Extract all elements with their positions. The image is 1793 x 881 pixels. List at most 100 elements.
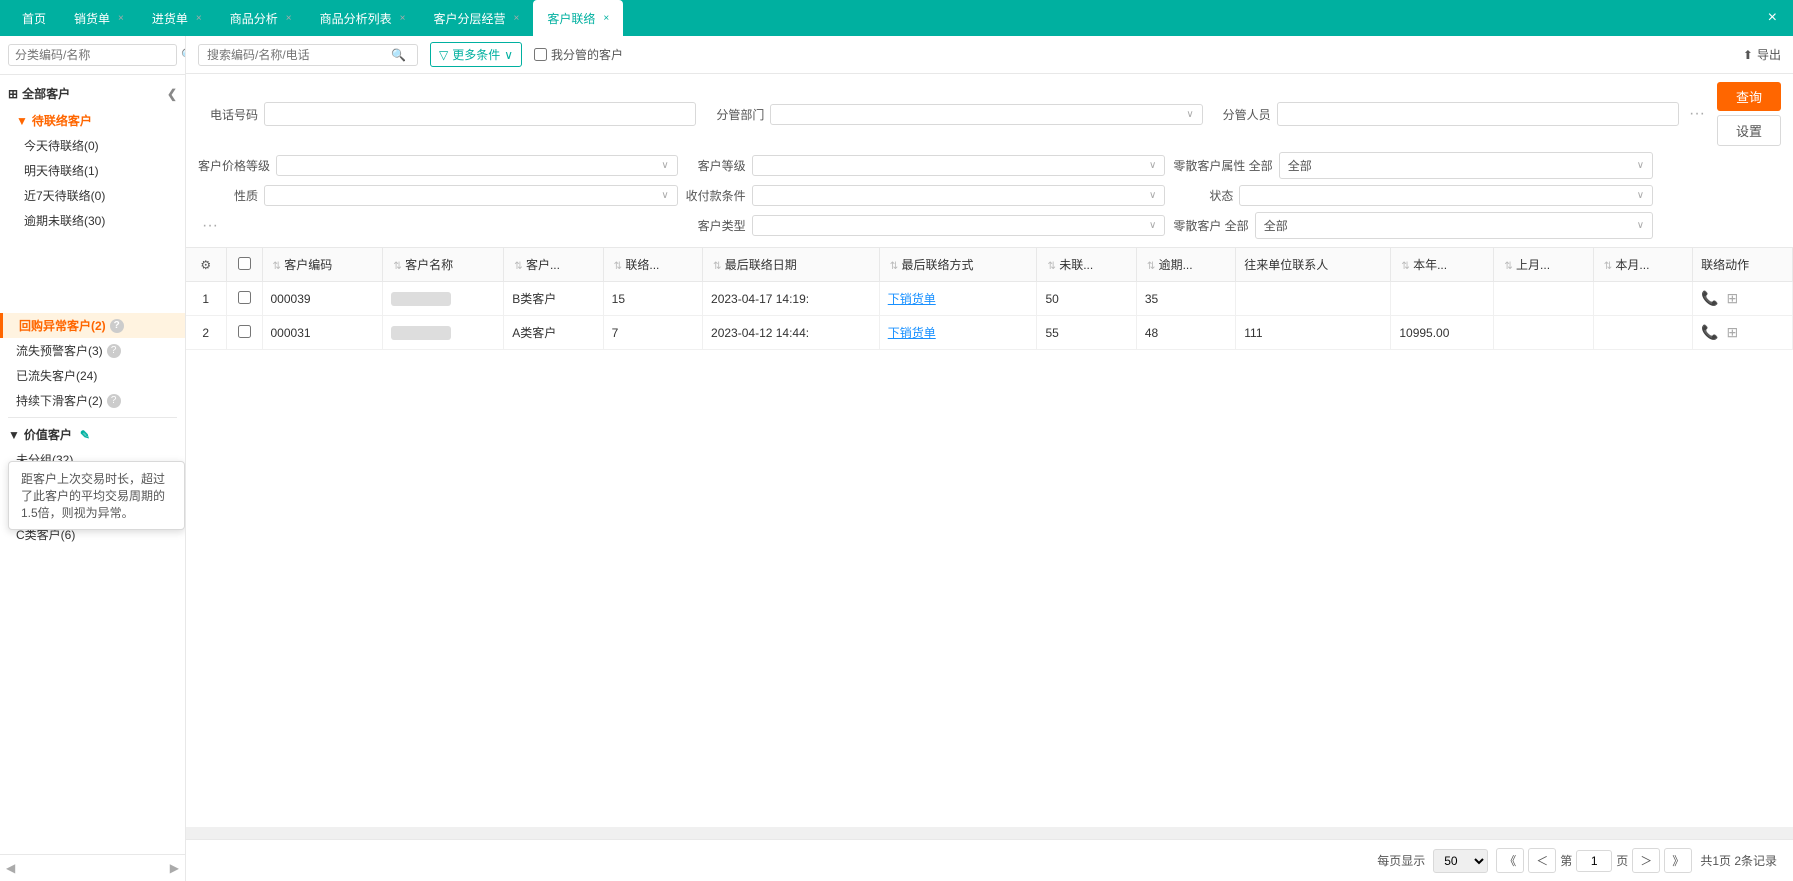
sort-icon-this-year[interactable]: ⇅ [1401,261,1409,272]
export-button[interactable]: ⬆ 导出 [1743,46,1781,63]
close-purchase-tab[interactable]: × [196,13,202,24]
sidebar-right-arrow[interactable]: ▶ [170,861,179,875]
pending-group: ▼ 待联络客户 今天待联络(0) 明天待联络(1) 近7天待联络(0) 逾期未联… [8,108,185,233]
person-dots-button[interactable]: ··· [1685,105,1709,123]
sort-icon-last-method[interactable]: ⇅ [890,261,898,272]
select-scatter-attr[interactable]: 全部 ∨ [1279,152,1653,179]
nav-item-product-analysis[interactable]: 商品分析 × [216,0,306,36]
sidebar-all-customers[interactable]: ⊞ 全部客户 ❮ [0,79,185,108]
row-checkbox[interactable] [238,291,251,304]
last-page-button[interactable]: 》 [1664,848,1692,873]
cell-checkbox[interactable] [226,316,262,350]
page-input[interactable] [1576,850,1612,872]
sort-icon-this-month[interactable]: ⇅ [1604,261,1612,272]
th-last-method: ⇅ 最后联络方式 [879,248,1037,282]
select-dept[interactable]: ∨ [770,104,1202,125]
action-phone-icon[interactable]: 📞 [1701,290,1718,307]
sidebar-item-tomorrow[interactable]: 明天待联络(1) [8,158,185,183]
sidebar-item-declining[interactable]: 持续下滑客户(2) ? [0,388,185,413]
select-payment[interactable]: ∨ [752,185,1166,206]
info-icon-repurchase[interactable]: ? [110,319,124,333]
th-unit-contact: 往来单位联系人 [1236,248,1391,282]
cell-last-method[interactable]: 下销货单 [879,282,1037,316]
cell-this-month [1593,282,1692,316]
setting-button[interactable]: 设置 [1717,115,1781,146]
search-icon[interactable]: 🔍 [391,48,406,62]
sort-icon-type[interactable]: ⇅ [514,261,522,272]
sidebar-item-today[interactable]: 今天待联络(0) [8,133,185,158]
row4-dots[interactable]: ··· [198,217,222,235]
input-person[interactable] [1277,102,1679,126]
sort-icon-name[interactable]: ⇅ [393,261,401,272]
th-this-year: ⇅ 本年... [1391,248,1494,282]
query-button[interactable]: 查询 [1717,82,1781,111]
sort-icon-contact[interactable]: ⇅ [614,261,622,272]
select-customer-type[interactable]: ∨ [752,215,1166,236]
settings-icon[interactable]: ⚙ [200,258,211,272]
sidebar-search-input[interactable] [8,44,177,66]
cell-last-month [1494,282,1593,316]
sidebar-left-arrow[interactable]: ◀ [6,861,15,875]
input-phone[interactable] [264,102,696,126]
pending-group-title[interactable]: ▼ 待联络客户 [8,108,185,133]
cell-checkbox[interactable] [226,282,262,316]
sidebar-item-lost-preview[interactable]: 流失预警客户(3) ? [0,338,185,363]
prev-page-button[interactable]: ＜ [1528,848,1556,873]
close-product-analysis-list-tab[interactable]: × [400,13,406,24]
more-conditions-button[interactable]: ▽ 更多条件 ∨ [430,42,522,67]
info-icon-lost[interactable]: ? [107,344,121,358]
table-area: ⚙ ⇅ 客户编码 ⇅ 客户名称 [186,248,1793,827]
close-product-analysis-tab[interactable]: × [286,13,292,24]
sort-icon-code[interactable]: ⇅ [273,261,281,272]
sidebar-item-repurchase-abnormal[interactable]: 回购异常客户(2) ? [0,313,185,338]
triangle-icon: ▼ [16,114,28,128]
chevron-down-icon-level: ∨ [1149,160,1156,171]
action-phone-icon[interactable]: 📞 [1701,324,1718,341]
cell-type: B类客户 [504,282,603,316]
nav-item-purchase[interactable]: 进货单 × [138,0,216,36]
nav-item-product-analysis-list[interactable]: 商品分析列表 × [306,0,420,36]
action-more-icon[interactable]: ⊞ [1727,290,1739,307]
window-close-button[interactable]: × [1760,9,1785,27]
sort-icon-not-contacted[interactable]: ⇅ [1047,261,1055,272]
close-customer-contact-tab[interactable]: × [603,13,609,24]
cell-contact: 15 [603,282,702,316]
search-input[interactable] [207,48,387,62]
select-scatter-customer[interactable]: 全部 ∨ [1255,212,1653,239]
horizontal-scrollbar[interactable] [186,827,1793,839]
label-person: 分管人员 [1211,106,1271,123]
th-settings[interactable]: ⚙ [186,248,226,282]
sort-icon-overdue[interactable]: ⇅ [1147,261,1155,272]
edit-icon[interactable]: ✎ [80,428,90,442]
first-page-button[interactable]: 《 [1496,848,1524,873]
nav-item-customer-contact[interactable]: 客户联络 × [533,0,623,36]
th-last-month: ⇅ 上月... [1494,248,1593,282]
sort-icon-last-date[interactable]: ⇅ [713,261,721,272]
select-status[interactable]: ∨ [1239,185,1653,206]
nav-item-sales[interactable]: 销货单 × [60,0,138,36]
th-checkbox[interactable] [226,248,262,282]
select-nature[interactable]: ∨ [264,185,678,206]
row-checkbox[interactable] [238,325,251,338]
sidebar-item-overdue[interactable]: 逾期未联络(30) [8,208,185,233]
my-customer-checkbox-wrap: 我分管的客户 [534,46,623,63]
next-page-button[interactable]: ＞ [1632,848,1660,873]
action-more-icon[interactable]: ⊞ [1727,324,1739,341]
info-icon-declining[interactable]: ? [107,394,121,408]
table-row: 1 000039 B类客户 15 2023-04-17 14:19: 下销货单 … [186,282,1793,316]
select-all-checkbox[interactable] [238,257,251,270]
nav-item-home[interactable]: 首页 [8,0,60,36]
close-sales-tab[interactable]: × [118,13,124,24]
sidebar-item-7days[interactable]: 近7天待联络(0) [8,183,185,208]
cell-last-method[interactable]: 下销货单 [879,316,1037,350]
close-customer-stratification-tab[interactable]: × [513,13,519,24]
sort-icon-last-month[interactable]: ⇅ [1504,261,1512,272]
sidebar-collapse-icon[interactable]: ❮ [167,87,177,101]
select-customer-level[interactable]: ∨ [752,155,1166,176]
value-group-title[interactable]: ▼ 价值客户 ✎ [0,422,185,447]
my-customer-checkbox[interactable] [534,48,547,61]
nav-item-customer-stratification[interactable]: 客户分层经营 × [419,0,533,36]
select-price-level[interactable]: ∨ [276,155,678,176]
sidebar-item-already-lost[interactable]: 已流失客户(24) [0,363,185,388]
page-size-select[interactable]: 50 20 100 [1433,849,1488,873]
